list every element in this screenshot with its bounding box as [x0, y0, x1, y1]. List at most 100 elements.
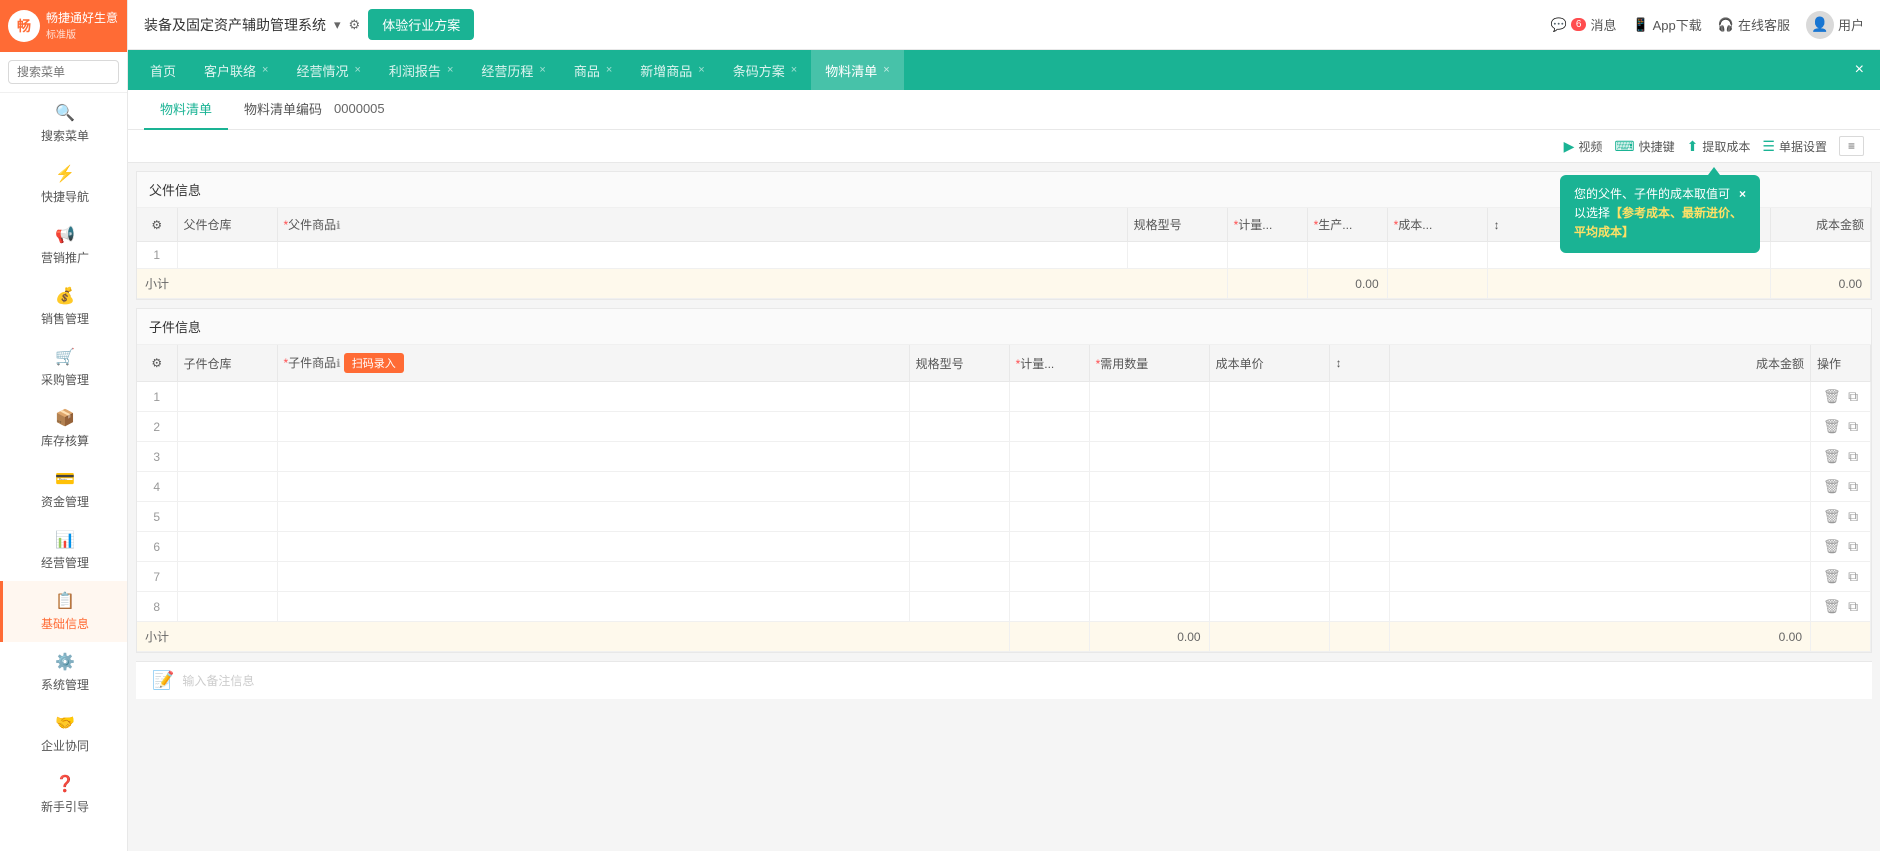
search-input[interactable]: [8, 60, 119, 84]
child-qty-cell[interactable]: [1089, 532, 1209, 562]
child-product-cell[interactable]: [277, 412, 909, 442]
settings-icon[interactable]: ⚙: [349, 17, 361, 33]
sidebar-item-search[interactable]: 🔍 搜索菜单: [0, 93, 127, 154]
dropdown-icon[interactable]: ▾: [334, 17, 341, 33]
tab-close-icon[interactable]: ×: [698, 64, 704, 76]
tab-close-icon[interactable]: ×: [354, 64, 360, 76]
parent-unit-cell[interactable]: [1227, 242, 1307, 269]
copy-icon[interactable]: ⧉: [1848, 508, 1858, 524]
child-warehouse-cell[interactable]: [177, 382, 277, 412]
child-unit-cost-cell[interactable]: [1209, 502, 1329, 532]
sidebar-item-enterprise[interactable]: 🤝 企业协同: [0, 703, 127, 764]
tooltip-close-button[interactable]: ×: [1739, 185, 1746, 204]
toolbar-extract-cost[interactable]: ⬆ 提取成本: [1687, 138, 1751, 155]
child-product-cell[interactable]: [277, 502, 909, 532]
child-unit-cost-cell[interactable]: [1209, 472, 1329, 502]
child-product-cell[interactable]: [277, 382, 909, 412]
delete-icon[interactable]: 🗑: [1823, 538, 1841, 554]
tab-history[interactable]: 经营历程 ×: [467, 50, 559, 90]
sub-tab-code[interactable]: 物料清单编码 0000005: [228, 90, 401, 130]
tab-goods[interactable]: 商品 ×: [560, 50, 626, 90]
tab-profit[interactable]: 利润报告 ×: [375, 50, 467, 90]
sidebar-item-purchase[interactable]: 🛒 采购管理: [0, 337, 127, 398]
child-warehouse-cell[interactable]: [177, 502, 277, 532]
child-qty-cell[interactable]: [1089, 562, 1209, 592]
sidebar-item-system[interactable]: ⚙️ 系统管理: [0, 642, 127, 703]
sidebar-item-basic-info[interactable]: 📋 基础信息: [0, 581, 127, 642]
child-qty-cell[interactable]: [1089, 472, 1209, 502]
toolbar-view[interactable]: ▶ 视频: [1564, 138, 1603, 155]
child-warehouse-cell[interactable]: [177, 442, 277, 472]
parent-prod-cell[interactable]: [1307, 242, 1387, 269]
child-unit-cell[interactable]: [1009, 382, 1089, 412]
parent-warehouse-cell[interactable]: [177, 242, 277, 269]
child-product-cell[interactable]: [277, 472, 909, 502]
close-all-icon[interactable]: ×: [1847, 61, 1872, 79]
sidebar-item-operations[interactable]: 📊 经营管理: [0, 520, 127, 581]
th-child-settings[interactable]: ⚙: [137, 345, 177, 382]
th-settings[interactable]: ⚙: [137, 208, 177, 242]
sidebar-item-guide[interactable]: ❓ 新手引导: [0, 764, 127, 825]
child-product-cell[interactable]: [277, 562, 909, 592]
delete-icon[interactable]: 🗑: [1823, 388, 1841, 404]
scan-button[interactable]: 扫码录入: [344, 353, 404, 373]
copy-icon[interactable]: ⧉: [1848, 538, 1858, 554]
try-button[interactable]: 体验行业方案: [368, 9, 474, 40]
child-product-cell[interactable]: [277, 592, 909, 622]
delete-icon[interactable]: 🗑: [1823, 508, 1841, 524]
toolbar-single-setting[interactable]: ☰ 单据设置: [1762, 138, 1827, 155]
tab-customer[interactable]: 客户联络 ×: [190, 50, 282, 90]
child-spec-cell[interactable]: [909, 472, 1009, 502]
delete-icon[interactable]: 🗑: [1823, 418, 1841, 434]
tab-close-icon[interactable]: ×: [262, 64, 268, 76]
delete-icon[interactable]: 🗑: [1823, 598, 1841, 614]
user-item[interactable]: 👤 用户: [1806, 11, 1864, 39]
tab-operations[interactable]: 经营情况 ×: [282, 50, 374, 90]
tab-close-icon[interactable]: ×: [883, 64, 889, 76]
child-qty-cell[interactable]: [1089, 442, 1209, 472]
child-unit-cell[interactable]: [1009, 562, 1089, 592]
child-unit-cell[interactable]: [1009, 472, 1089, 502]
child-unit-cost-cell[interactable]: [1209, 562, 1329, 592]
child-product-cell[interactable]: [277, 442, 909, 472]
child-warehouse-cell[interactable]: [177, 472, 277, 502]
tab-close-icon[interactable]: ×: [539, 64, 545, 76]
sidebar-item-marketing[interactable]: 📢 营销推广: [0, 215, 127, 276]
parent-cost-cell[interactable]: [1387, 242, 1487, 269]
child-unit-cell[interactable]: [1009, 412, 1089, 442]
child-qty-cell[interactable]: [1089, 412, 1209, 442]
tab-barcode[interactable]: 条码方案 ×: [719, 50, 811, 90]
online-service-item[interactable]: 🎧 在线客服: [1718, 15, 1790, 34]
parent-spec-cell[interactable]: [1127, 242, 1227, 269]
tab-home[interactable]: 首页: [136, 50, 190, 90]
sidebar-item-shortcut[interactable]: ⚡ 快捷导航: [0, 154, 127, 215]
note-hint[interactable]: 输入备注信息: [182, 672, 254, 689]
child-warehouse-cell[interactable]: [177, 532, 277, 562]
sub-tab-bom[interactable]: 物料清单: [144, 90, 228, 130]
child-qty-cell[interactable]: [1089, 592, 1209, 622]
tab-close-icon[interactable]: ×: [606, 64, 612, 76]
child-spec-cell[interactable]: [909, 382, 1009, 412]
sidebar-item-finance[interactable]: 💳 资金管理: [0, 459, 127, 520]
child-warehouse-cell[interactable]: [177, 592, 277, 622]
child-unit-cost-cell[interactable]: [1209, 592, 1329, 622]
info-icon[interactable]: ℹ: [336, 220, 340, 232]
toolbar-shortcut[interactable]: ⌨ 快捷键: [1614, 138, 1674, 155]
child-warehouse-cell[interactable]: [177, 412, 277, 442]
tab-close-icon[interactable]: ×: [447, 64, 453, 76]
child-product-cell[interactable]: [277, 532, 909, 562]
copy-icon[interactable]: ⧉: [1848, 418, 1858, 434]
child-spec-cell[interactable]: [909, 442, 1009, 472]
child-unit-cell[interactable]: [1009, 532, 1089, 562]
child-info-icon[interactable]: ℹ: [336, 358, 340, 370]
child-spec-cell[interactable]: [909, 592, 1009, 622]
sidebar-item-inventory[interactable]: 📦 库存核算: [0, 398, 127, 459]
delete-icon[interactable]: 🗑: [1823, 448, 1841, 464]
copy-icon[interactable]: ⧉: [1848, 478, 1858, 494]
copy-icon[interactable]: ⧉: [1848, 568, 1858, 584]
child-unit-cell[interactable]: [1009, 442, 1089, 472]
child-unit-cost-cell[interactable]: [1209, 382, 1329, 412]
tab-close-icon[interactable]: ×: [791, 64, 797, 76]
copy-icon[interactable]: ⧉: [1848, 388, 1858, 404]
child-warehouse-cell[interactable]: [177, 562, 277, 592]
